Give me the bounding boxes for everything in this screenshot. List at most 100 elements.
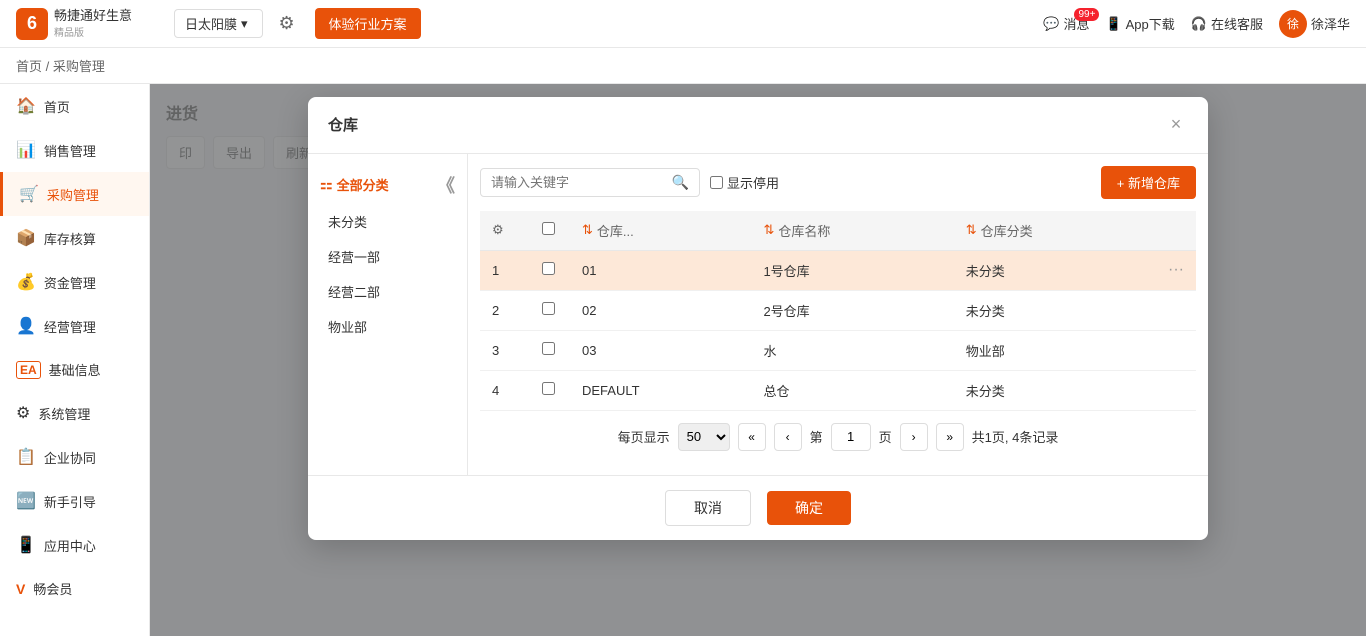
sort-name-icon: ⇅ bbox=[763, 222, 774, 238]
logo-area: 6 畅捷通好生意 精品版 bbox=[16, 8, 166, 40]
next-page-btn[interactable]: › bbox=[900, 423, 928, 451]
breadcrumb-home[interactable]: 首页 bbox=[16, 59, 42, 74]
system-icon: ⚙ bbox=[16, 403, 30, 423]
row-num-3: 3 bbox=[480, 330, 530, 370]
show-disabled-checkbox[interactable]: 显示停用 bbox=[710, 173, 779, 192]
sidebar-item-enterprise[interactable]: 📋 企业协同 bbox=[0, 435, 149, 479]
inventory-icon: 📦 bbox=[16, 228, 36, 248]
row-name-3: 水 bbox=[751, 330, 953, 370]
sidebar-item-app-center[interactable]: 📱 应用中心 bbox=[0, 523, 149, 567]
row-action-3 bbox=[1156, 330, 1196, 370]
sidebar-item-member[interactable]: V 畅会员 bbox=[0, 567, 149, 610]
logo-text-line2: 精品版 bbox=[54, 24, 132, 39]
finance-icon: 💰 bbox=[16, 272, 36, 292]
settings-btn[interactable]: ⚙ bbox=[271, 8, 303, 40]
th-settings: ⚙ bbox=[480, 211, 530, 251]
sidebar-item-inventory[interactable]: 📦 库存核算 bbox=[0, 216, 149, 260]
cat-item-property[interactable]: 物业部 bbox=[308, 309, 467, 344]
search-icon[interactable]: 🔍 bbox=[672, 174, 689, 191]
row-name-2: 2号仓库 bbox=[751, 290, 953, 330]
dialog-overlay: 仓库 × ⚏ 全部分类 《 bbox=[150, 84, 1366, 636]
sidebar-item-sales[interactable]: 📊 销售管理 bbox=[0, 128, 149, 172]
sort-cat-icon: ⇅ bbox=[966, 222, 977, 238]
table-head: ⚙ ⇅ bbox=[480, 211, 1196, 251]
grid-icon: ⚏ bbox=[320, 176, 333, 193]
table-row[interactable]: 2 02 2号仓库 未分类 bbox=[480, 290, 1196, 330]
close-button[interactable]: × bbox=[1164, 113, 1188, 137]
collapse-btn[interactable]: 《 bbox=[437, 172, 455, 198]
total-info: 共1页, 4条记录 bbox=[972, 427, 1059, 446]
select-all-checkbox[interactable] bbox=[542, 222, 555, 235]
row-check-2[interactable] bbox=[530, 290, 570, 330]
cat-item-uncategorized[interactable]: 未分类 bbox=[308, 204, 467, 239]
page-label: 第 bbox=[810, 427, 823, 446]
row-action-2 bbox=[1156, 290, 1196, 330]
company-name: 日太阳膜 bbox=[185, 14, 237, 33]
purchase-icon: 🛒 bbox=[19, 184, 39, 204]
breadcrumb: 首页 / 采购管理 bbox=[16, 56, 105, 75]
page-number-input[interactable]: 1 bbox=[831, 423, 871, 451]
row-name-4: 总仓 bbox=[751, 370, 953, 410]
per-page-label: 每页显示 bbox=[618, 427, 670, 446]
basic-info-icon: EA bbox=[16, 361, 41, 379]
add-warehouse-btn[interactable]: + 新增仓库 bbox=[1101, 166, 1196, 199]
sidebar-item-home[interactable]: 🏠 首页 bbox=[0, 84, 149, 128]
table-row[interactable]: 4 DEFAULT 总仓 未分类 bbox=[480, 370, 1196, 410]
row-cat-4: 未分类 bbox=[954, 370, 1156, 410]
row-ellipsis-1[interactable]: ··· bbox=[1168, 261, 1184, 278]
first-page-btn[interactable]: « bbox=[738, 423, 766, 451]
sidebar-item-system[interactable]: ⚙ 系统管理 bbox=[0, 391, 149, 435]
trial-btn[interactable]: 体验行业方案 bbox=[315, 8, 421, 39]
dropdown-icon: ▾ bbox=[241, 16, 248, 32]
sidebar-item-purchase[interactable]: 🛒 采购管理 bbox=[0, 172, 149, 216]
cat-item-dept2[interactable]: 经营二部 bbox=[308, 274, 467, 309]
table-row[interactable]: 1 01 1号仓库 未分类 ··· bbox=[480, 250, 1196, 290]
top-header: 6 畅捷通好生意 精品版 日太阳膜 ▾ ⚙ 体验行业方案 💬 消息 99+ 📱 … bbox=[0, 0, 1366, 48]
sidebar-item-guide[interactable]: 🆕 新手引导 bbox=[0, 479, 149, 523]
row-cat-1: 未分类 bbox=[954, 250, 1156, 290]
disabled-checkbox[interactable] bbox=[710, 176, 723, 189]
sidebar: 🏠 首页 📊 销售管理 🛒 采购管理 📦 库存核算 💰 资金管理 👤 经营管理 … bbox=[0, 84, 150, 636]
sidebar-item-finance[interactable]: 💰 资金管理 bbox=[0, 260, 149, 304]
service-btn[interactable]: 🎧 在线客服 bbox=[1191, 14, 1263, 33]
row-code-3: 03 bbox=[570, 330, 751, 370]
user-btn[interactable]: 徐 徐泽华 bbox=[1279, 10, 1350, 38]
th-name: ⇅ 仓库名称 bbox=[751, 211, 953, 251]
header-right: 💬 消息 99+ 📱 App下载 🎧 在线客服 徐 徐泽华 bbox=[1043, 10, 1350, 38]
th-action bbox=[1156, 211, 1196, 251]
last-page-btn[interactable]: » bbox=[936, 423, 964, 451]
prev-page-btn[interactable]: ‹ bbox=[774, 423, 802, 451]
notifications-btn[interactable]: 💬 消息 99+ bbox=[1043, 14, 1089, 33]
confirm-button[interactable]: 确定 bbox=[767, 491, 851, 525]
settings-col-icon: ⚙ bbox=[492, 222, 504, 238]
phone-icon: 📱 bbox=[1105, 16, 1121, 32]
dialog-title: 仓库 bbox=[328, 114, 358, 135]
table-row[interactable]: 3 03 水 物业部 bbox=[480, 330, 1196, 370]
breadcrumb-current: 采购管理 bbox=[53, 59, 105, 74]
row-check-4[interactable] bbox=[530, 370, 570, 410]
company-selector[interactable]: 日太阳膜 ▾ bbox=[174, 9, 263, 38]
enterprise-icon: 📋 bbox=[16, 447, 36, 467]
dialog-body: ⚏ 全部分类 《 未分类 经营一部 经营二部 bbox=[308, 154, 1208, 475]
table-toolbar: 🔍 显示停用 + 新增仓库 bbox=[480, 166, 1196, 199]
app-download-btn[interactable]: 📱 App下载 bbox=[1105, 14, 1174, 33]
category-header[interactable]: ⚏ 全部分类 《 bbox=[308, 166, 467, 204]
cat-item-dept1[interactable]: 经营一部 bbox=[308, 239, 467, 274]
search-input[interactable] bbox=[491, 175, 672, 190]
per-page-select[interactable]: 50 20 100 bbox=[678, 423, 730, 451]
notification-icon: 💬 bbox=[1043, 16, 1059, 32]
row-check-1[interactable] bbox=[530, 250, 570, 290]
row-code-1: 01 bbox=[570, 250, 751, 290]
row-check-3[interactable] bbox=[530, 330, 570, 370]
page-suffix: 页 bbox=[879, 427, 892, 446]
th-code: ⇅ 仓库... bbox=[570, 211, 751, 251]
sort-code-icon: ⇅ bbox=[582, 222, 593, 238]
row-num-4: 4 bbox=[480, 370, 530, 410]
dialog-footer: 取消 确定 bbox=[308, 475, 1208, 540]
row-code-2: 02 bbox=[570, 290, 751, 330]
search-box[interactable]: 🔍 bbox=[480, 168, 700, 197]
sidebar-item-basic-info[interactable]: EA 基础信息 bbox=[0, 348, 149, 391]
cancel-button[interactable]: 取消 bbox=[665, 490, 751, 526]
member-icon: V bbox=[16, 581, 25, 597]
sidebar-item-management[interactable]: 👤 经营管理 bbox=[0, 304, 149, 348]
